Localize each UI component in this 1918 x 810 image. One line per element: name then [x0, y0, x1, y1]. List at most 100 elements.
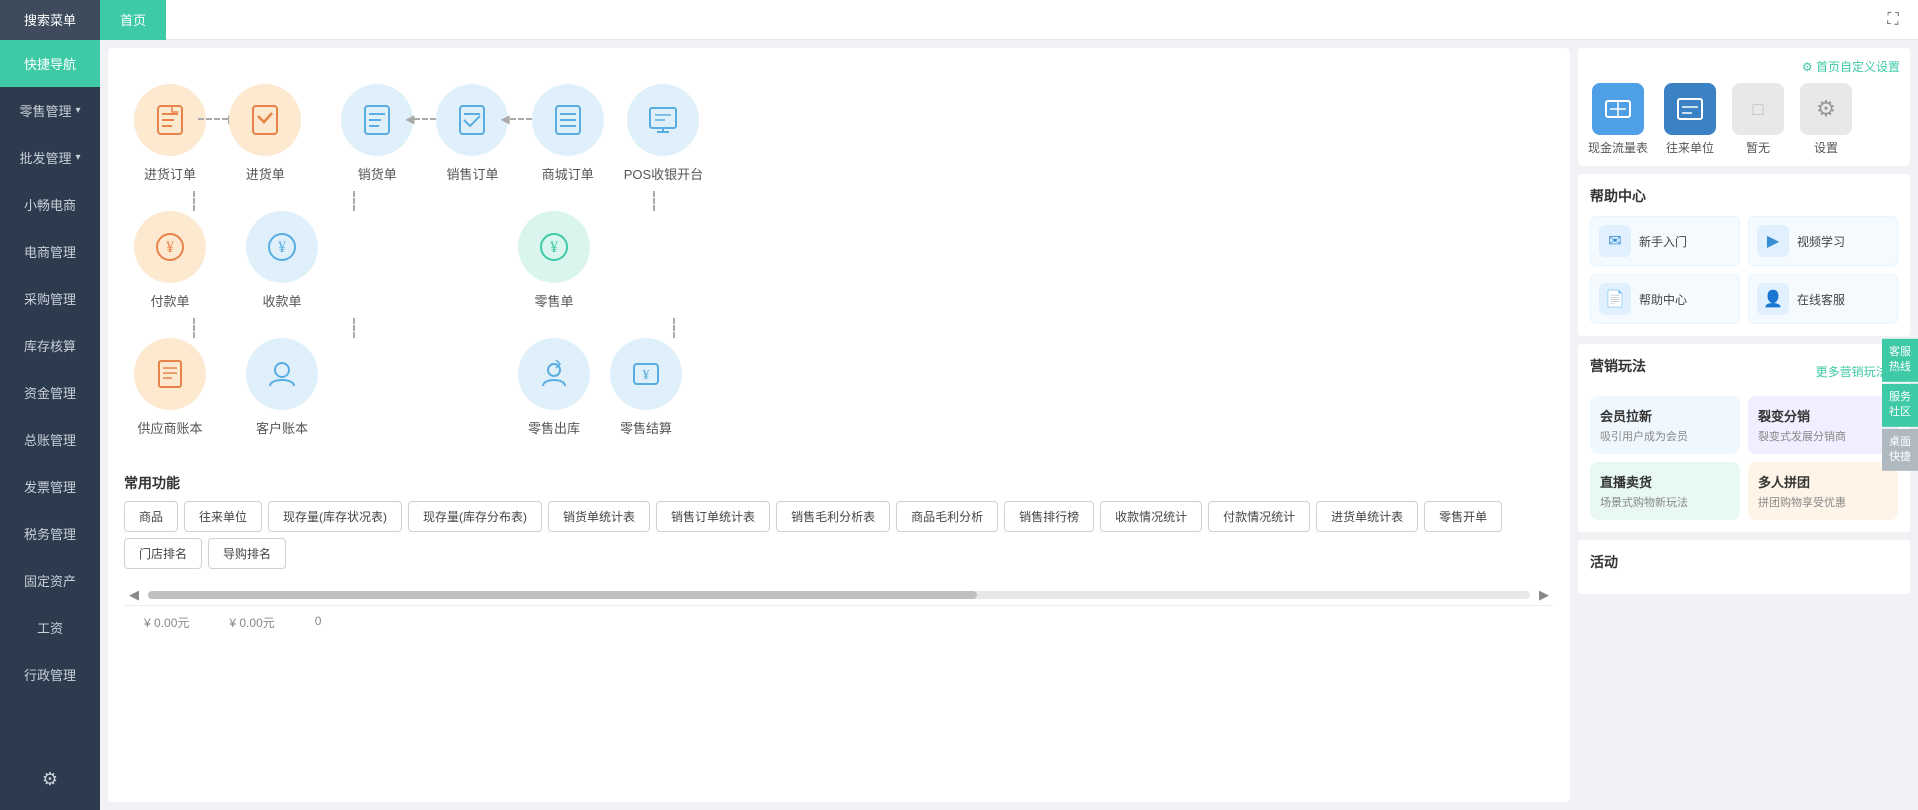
- flow-node-retail-settle[interactable]: ¥ 零售结算: [610, 338, 682, 437]
- sidebar-item-ecommerce[interactable]: 电商管理: [0, 228, 100, 275]
- retail-out-icon: [518, 338, 590, 410]
- func-button[interactable]: 导购排名: [208, 538, 286, 569]
- settings-icon: ⚙: [1800, 83, 1852, 135]
- flow-diagram: 进货订单 ▶ 进货单: [124, 64, 1554, 457]
- scroll-track[interactable]: [148, 591, 1530, 599]
- quick-icons-row: 现金流量表 往来单位 □ 暂无: [1588, 83, 1900, 156]
- svg-text:¥: ¥: [643, 368, 650, 383]
- marketing-item-group[interactable]: 多人拼团 拼团购物享受优惠: [1748, 462, 1898, 520]
- scroll-thumb: [148, 591, 977, 599]
- none-label: 暂无: [1746, 139, 1770, 156]
- scroll-left-btn[interactable]: ◀: [124, 585, 144, 605]
- marketing-item-live[interactable]: 直播卖货 场景式购物新玩法: [1590, 462, 1740, 520]
- flow-node-mall-order[interactable]: 商城订单: [532, 84, 604, 183]
- quick-icon-settings[interactable]: ⚙ 设置: [1800, 83, 1852, 156]
- flow-node-supplier-ledger[interactable]: 供应商账本: [134, 338, 206, 437]
- help-item-customer-service[interactable]: 👤 在线客服: [1748, 274, 1898, 324]
- bottom-stats: ¥ 0.00元 ¥ 0.00元 0: [124, 605, 1554, 639]
- sidebar-item-tax[interactable]: 税务管理: [0, 510, 100, 557]
- sidebar-item-assets[interactable]: 固定资产: [0, 557, 100, 604]
- func-button[interactable]: 商品: [124, 501, 178, 532]
- flow-node-purchase-order[interactable]: 进货订单: [134, 84, 206, 183]
- func-button[interactable]: 销售排行榜: [1004, 501, 1094, 532]
- activity-title: 活动: [1590, 552, 1898, 572]
- marketing-item-member[interactable]: 会员拉新 吸引用户成为会员: [1590, 396, 1740, 454]
- flow-node-retail-out[interactable]: 零售出库: [518, 338, 590, 437]
- member-title: 会员拉新: [1600, 406, 1730, 425]
- func-button[interactable]: 进货单统计表: [1316, 501, 1418, 532]
- func-button[interactable]: 零售开单: [1424, 501, 1502, 532]
- marketing-item-fission[interactable]: 裂变分销 裂变式发展分销商: [1748, 396, 1898, 454]
- fission-title: 裂变分销: [1758, 406, 1888, 425]
- func-button[interactable]: 销售毛利分析表: [776, 501, 890, 532]
- svg-text:¥: ¥: [550, 239, 558, 256]
- sidebar-item-salary[interactable]: 工资: [0, 604, 100, 651]
- fullscreen-button[interactable]: ⛶: [1878, 5, 1908, 35]
- stat-3: 0: [315, 614, 322, 631]
- func-button[interactable]: 现存量(库存分布表): [408, 501, 542, 532]
- payment-icon: ¥: [134, 211, 206, 283]
- sidebar-item-finance[interactable]: 资金管理: [0, 369, 100, 416]
- sidebar-item-inventory[interactable]: 库存核算: [0, 322, 100, 369]
- sidebar-item-admin[interactable]: 行政管理: [0, 651, 100, 698]
- func-button[interactable]: 往来单位: [184, 501, 262, 532]
- settings-label: 设置: [1814, 139, 1838, 156]
- sidebar-item-xiaochang[interactable]: 小畅电商: [0, 181, 100, 228]
- func-button[interactable]: 商品毛利分析: [896, 501, 998, 532]
- video-icon: ▶: [1757, 225, 1789, 257]
- func-button[interactable]: 门店排名: [124, 538, 202, 569]
- sidebar-item-purchase[interactable]: 采购管理: [0, 275, 100, 322]
- help-item-video[interactable]: ▶ 视频学习: [1748, 216, 1898, 266]
- flow-node-receipt[interactable]: ¥ 收款单: [246, 211, 318, 310]
- customize-link[interactable]: ⚙ 首页自定义设置: [1588, 58, 1900, 75]
- flow-node-retail[interactable]: ¥ 零售单: [518, 211, 590, 310]
- customer-service-icon: 👤: [1757, 283, 1789, 315]
- sidebar-item-quick-nav[interactable]: 快捷导航: [0, 40, 100, 87]
- common-func-title: 常用功能: [124, 473, 1554, 493]
- flow-node-sales[interactable]: 销货单: [341, 84, 413, 183]
- flow-node-customer-ledger[interactable]: 客户账本: [246, 338, 318, 437]
- main-panel: 进货订单 ▶ 进货单: [108, 48, 1570, 802]
- quick-icon-none[interactable]: □ 暂无: [1732, 83, 1784, 156]
- purchase-icon: [229, 84, 301, 156]
- marketing-grid: 会员拉新 吸引用户成为会员 裂变分销 裂变式发展分销商 直播卖货 场景式购物新玩…: [1590, 396, 1898, 520]
- quick-icon-partner[interactable]: 往来单位: [1664, 83, 1716, 156]
- float-btn-desktop[interactable]: 桌面快捷: [1882, 428, 1918, 471]
- flow-node-pos[interactable]: POS收银开台: [624, 84, 703, 183]
- customer-ledger-icon: [246, 338, 318, 410]
- func-button[interactable]: 销售订单统计表: [656, 501, 770, 532]
- retail-settle-icon: ¥: [610, 338, 682, 410]
- help-grid: ✉ 新手入门 ▶ 视频学习 📄 帮助中心 👤 在线客服: [1590, 216, 1898, 324]
- float-btn-hotline[interactable]: 客服热线: [1882, 339, 1918, 382]
- help-item-help[interactable]: 📄 帮助中心: [1590, 274, 1740, 324]
- flow-node-purchase[interactable]: 进货单: [229, 84, 301, 183]
- func-button[interactable]: 现存量(库存状况表): [268, 501, 402, 532]
- sidebar-item-retail[interactable]: 零售管理 ▾: [0, 87, 100, 134]
- scroll-right-btn[interactable]: ▶: [1534, 585, 1554, 605]
- help-item-beginner[interactable]: ✉ 新手入门: [1590, 216, 1740, 266]
- live-desc: 场景式购物新玩法: [1600, 494, 1730, 510]
- help-center-panel: 帮助中心 ✉ 新手入门 ▶ 视频学习 📄 帮助中心 👤: [1578, 174, 1910, 336]
- purchase-order-icon: [134, 84, 206, 156]
- float-btn-community[interactable]: 服务社区: [1882, 384, 1918, 427]
- sidebar: 快捷导航 零售管理 ▾ 批发管理 ▾ 小畅电商 电商管理 采购管理 库存核算 资…: [0, 40, 100, 810]
- home-tab[interactable]: 首页: [100, 0, 166, 40]
- flow-node-payment[interactable]: ¥ 付款单: [134, 211, 206, 310]
- help-doc-label: 帮助中心: [1639, 291, 1687, 308]
- func-button[interactable]: 付款情况统计: [1208, 501, 1310, 532]
- flow-node-sales-order[interactable]: 销售订单: [436, 84, 508, 183]
- func-button[interactable]: 销货单统计表: [548, 501, 650, 532]
- common-functions: 常用功能 商品往来单位现存量(库存状况表)现存量(库存分布表)销货单统计表销售订…: [124, 473, 1554, 569]
- func-button[interactable]: 收款情况统计: [1100, 501, 1202, 532]
- quick-icon-cashflow[interactable]: 现金流量表: [1588, 83, 1648, 156]
- pos-icon: [627, 84, 699, 156]
- chevron-down-icon: ▾: [75, 152, 80, 163]
- sidebar-item-ledger[interactable]: 总账管理: [0, 416, 100, 463]
- sidebar-item-wholesale[interactable]: 批发管理 ▾: [0, 134, 100, 181]
- float-buttons: 客服热线 服务社区 桌面快捷: [1882, 339, 1918, 471]
- activity-panel: 活动: [1578, 540, 1910, 594]
- search-menu[interactable]: 搜索菜单: [0, 0, 100, 40]
- settings-gear-icon[interactable]: ⚙: [0, 759, 100, 800]
- func-buttons-grid: 商品往来单位现存量(库存状况表)现存量(库存分布表)销货单统计表销售订单统计表销…: [124, 501, 1554, 569]
- sidebar-item-invoice[interactable]: 发票管理: [0, 463, 100, 510]
